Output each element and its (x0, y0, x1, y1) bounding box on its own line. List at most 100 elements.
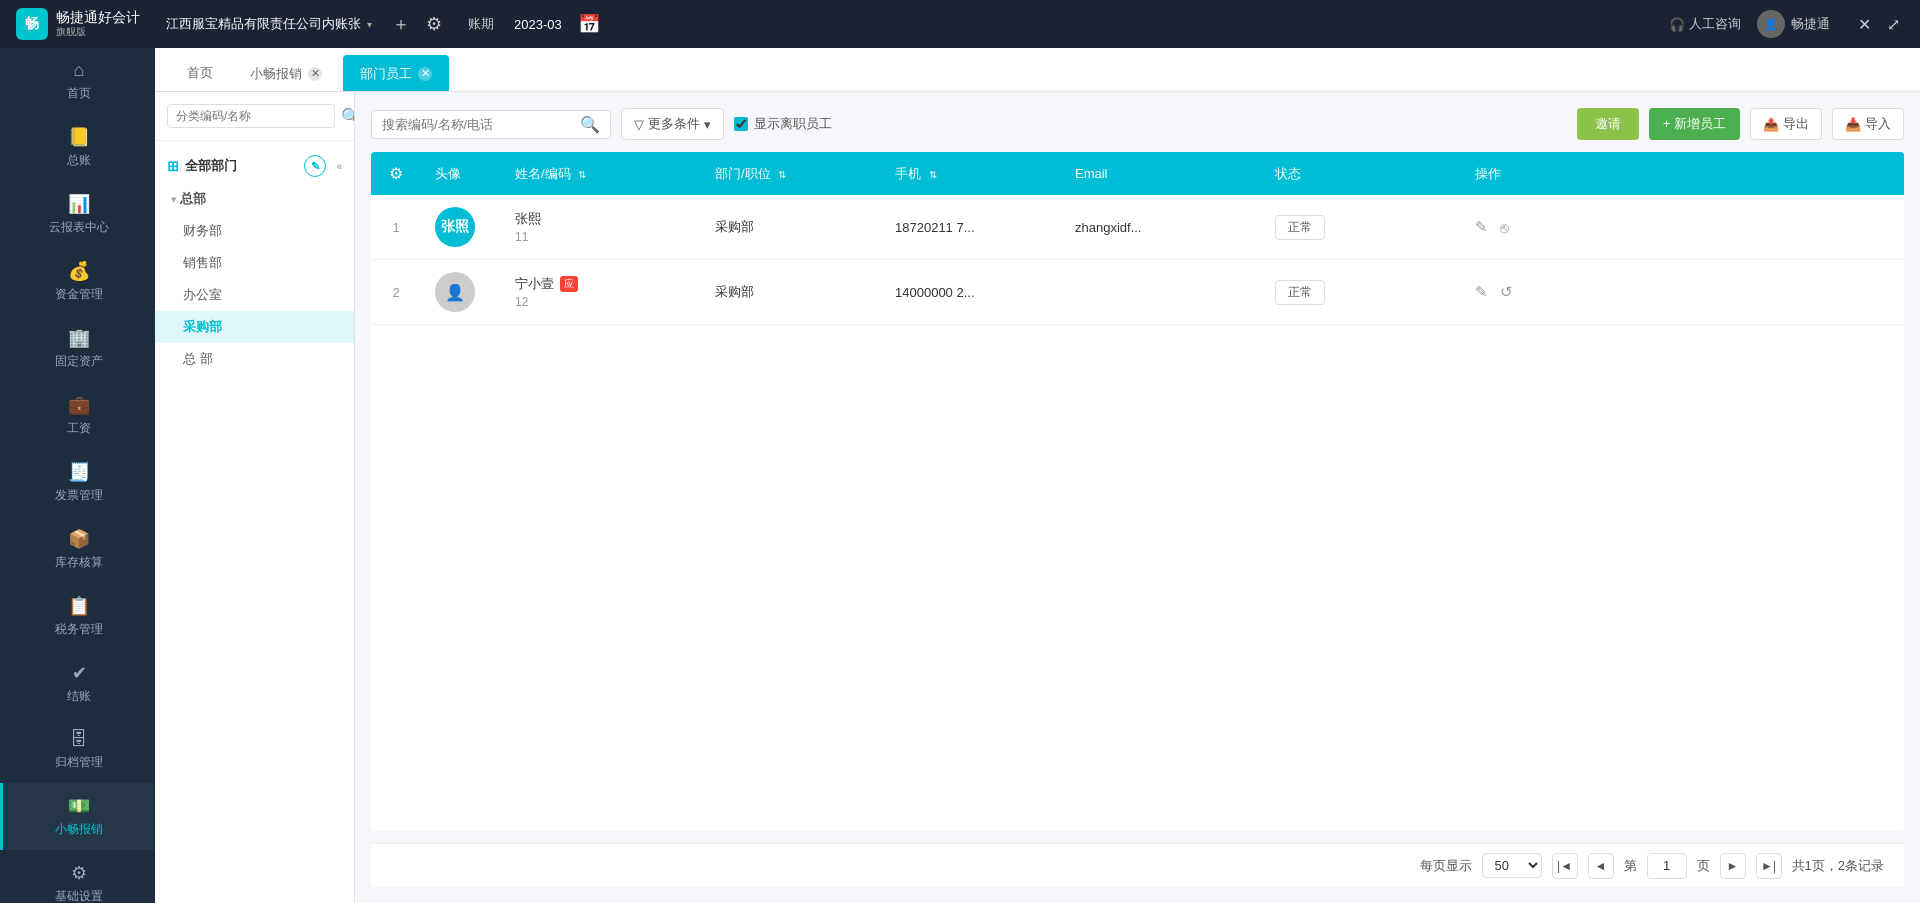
dept-item-caigoubu[interactable]: 采购部 (155, 311, 354, 343)
sidebar-item-tax[interactable]: 📋 税务管理 (0, 583, 155, 650)
show-resigned-row: 显示离职员工 (734, 115, 832, 133)
window-controls: ✕ ⤢ (1854, 11, 1904, 38)
sidebar-item-general-ledger[interactable]: 📒 总账 (0, 114, 155, 181)
phone-sort-icon[interactable]: ⇅ (929, 169, 937, 180)
tab-dept-close[interactable]: ✕ (418, 67, 432, 81)
top-right: 🎧 人工咨询 👤 畅捷通 ✕ ⤢ (1669, 10, 1904, 38)
add-employee-button[interactable]: + 新增员工 (1649, 108, 1740, 140)
dept-item-caiwubu[interactable]: 财务部 (155, 215, 354, 247)
company-selector[interactable]: 江西服宝精品有限责任公司内账张 ▾ (166, 15, 372, 33)
tab-expense-close[interactable]: ✕ (308, 67, 322, 81)
user-area[interactable]: 👤 畅捷通 (1757, 10, 1830, 38)
show-resigned-label: 显示离职员工 (754, 115, 832, 133)
sidebar-item-expense[interactable]: 💵 小畅报销 (0, 783, 155, 850)
row-num: 2 (371, 260, 421, 325)
expense-icon: 💵 (68, 795, 90, 817)
row-num: 1 (371, 195, 421, 260)
sidebar-item-home[interactable]: ⌂ 首页 (0, 48, 155, 114)
home-icon: ⌂ (74, 60, 85, 81)
sidebar: ⌂ 首页 📒 总账 📊 云报表中心 💰 资金管理 🏢 固定资产 💼 工资 🧾 发… (0, 48, 155, 903)
next-page-button[interactable]: ► (1720, 853, 1746, 879)
sidebar-item-fund[interactable]: 💰 资金管理 (0, 248, 155, 315)
dept-cell: 采购部 (701, 195, 881, 260)
collapse-icon[interactable]: « (336, 161, 342, 172)
first-page-button[interactable]: |◄ (1552, 853, 1578, 879)
settings-button[interactable]: ⚙ (426, 13, 442, 35)
page-di-label: 第 (1624, 857, 1637, 875)
col-dept[interactable]: 部门/职位 ⇅ (701, 152, 881, 195)
tab-expense[interactable]: 小畅报销 ✕ (233, 55, 339, 91)
invite-button[interactable]: 邀请 (1577, 108, 1639, 140)
edit-employee-icon[interactable]: ✎ (1475, 218, 1488, 236)
search-input[interactable] (382, 117, 574, 132)
col-name[interactable]: 姓名/编码 ⇅ (501, 152, 701, 195)
all-dept-label: 全部部门 (185, 157, 237, 175)
status-cell: 正常 (1261, 195, 1461, 260)
all-dept-row[interactable]: ⊞ 全部部门 ✎ « (155, 149, 354, 183)
sidebar-item-archive[interactable]: 🗄 归档管理 (0, 717, 155, 783)
avatar-cell: 张照 (421, 195, 501, 260)
dept-item-zongbu[interactable]: ▾ 总部 (155, 183, 354, 215)
dept-search-input[interactable] (167, 104, 335, 128)
sidebar-item-salary[interactable]: 💼 工资 (0, 382, 155, 449)
fixed-assets-icon: 🏢 (68, 327, 90, 349)
sidebar-item-settlement[interactable]: ✔ 结账 (0, 650, 155, 717)
calendar-icon[interactable]: 📅 (578, 13, 600, 35)
dept-cell: 采购部 (701, 260, 881, 325)
search-box: 🔍 (371, 110, 611, 139)
reports-icon: 📊 (68, 193, 90, 215)
last-page-button[interactable]: ►| (1756, 853, 1782, 879)
prev-page-button[interactable]: ◄ (1588, 853, 1614, 879)
period-label: 账期 (468, 15, 494, 33)
logout-employee-icon[interactable]: ⎋ (1500, 219, 1509, 236)
action-cell: ✎ ↺ (1461, 260, 1904, 325)
service-button[interactable]: 🎧 人工咨询 (1669, 15, 1741, 33)
dept-search-icon[interactable]: 🔍 (341, 107, 355, 126)
col-email: Email (1061, 152, 1261, 195)
ledger-icon: 📒 (68, 126, 90, 148)
logo-area: 畅 畅捷通好会计 旗舰版 (16, 8, 156, 40)
filter-dropdown-icon: ▾ (704, 117, 711, 132)
sidebar-item-reports[interactable]: 📊 云报表中心 (0, 181, 155, 248)
user-avatar: 👤 (1757, 10, 1785, 38)
sidebar-item-fixed-assets[interactable]: 🏢 固定资产 (0, 315, 155, 382)
search-icon[interactable]: 🔍 (580, 115, 600, 134)
dept-tree: ⊞ 全部部门 ✎ « ▾ 总部 财务部 销售部 (155, 141, 354, 903)
maximize-window-button[interactable]: ⤢ (1883, 11, 1904, 38)
tab-dept[interactable]: 部门员工 ✕ (343, 55, 449, 91)
edit-employee-icon[interactable]: ✎ (1475, 283, 1488, 301)
dept-item-zongbu2[interactable]: 总 部 (155, 343, 354, 375)
export-button[interactable]: 📤 导出 (1750, 108, 1822, 140)
page-input[interactable] (1647, 853, 1687, 879)
dept-item-xiaoshoubu[interactable]: 销售部 (155, 247, 354, 279)
name-sort-icon[interactable]: ⇅ (578, 169, 586, 180)
ying-tag: 应 (560, 276, 578, 292)
delete-employee-icon[interactable]: ↺ (1500, 283, 1513, 301)
col-phone[interactable]: 手机 ⇅ (881, 152, 1061, 195)
sidebar-item-label: 归档管理 (55, 754, 103, 771)
sidebar-item-label: 固定资产 (55, 353, 103, 370)
dept-edit-button[interactable]: ✎ (304, 155, 326, 177)
add-tab-button[interactable]: ＋ (392, 12, 410, 36)
employee-avatar: 👤 (435, 272, 475, 312)
sidebar-item-label: 结账 (67, 688, 91, 705)
dept-item-bangongshi[interactable]: 办公室 (155, 279, 354, 311)
col-settings[interactable]: ⚙ (371, 152, 421, 195)
tab-bar: 首页 小畅报销 ✕ 部门员工 ✕ (155, 48, 1920, 92)
tab-home[interactable]: 首页 (171, 55, 229, 91)
settlement-icon: ✔ (72, 662, 87, 684)
close-window-button[interactable]: ✕ (1854, 11, 1875, 38)
employee-code: 12 (515, 295, 687, 309)
sidebar-item-invoice[interactable]: 🧾 发票管理 (0, 449, 155, 516)
per-page-select[interactable]: 50 10 20 100 (1482, 853, 1542, 878)
filter-button[interactable]: ▽ 更多条件 ▾ (621, 108, 724, 140)
company-name: 江西服宝精品有限责任公司内账张 (166, 15, 361, 33)
table-settings-icon[interactable]: ⚙ (389, 165, 403, 182)
dept-sort-icon[interactable]: ⇅ (778, 169, 786, 180)
sidebar-item-inventory[interactable]: 📦 库存核算 (0, 516, 155, 583)
sidebar-item-basic-settings[interactable]: ⚙ 基础设置 (0, 850, 155, 903)
import-button[interactable]: 📥 导入 (1832, 108, 1904, 140)
headset-icon: 🎧 (1669, 17, 1685, 32)
name-cell: 张熙 11 (501, 195, 701, 260)
show-resigned-checkbox[interactable] (734, 117, 748, 131)
